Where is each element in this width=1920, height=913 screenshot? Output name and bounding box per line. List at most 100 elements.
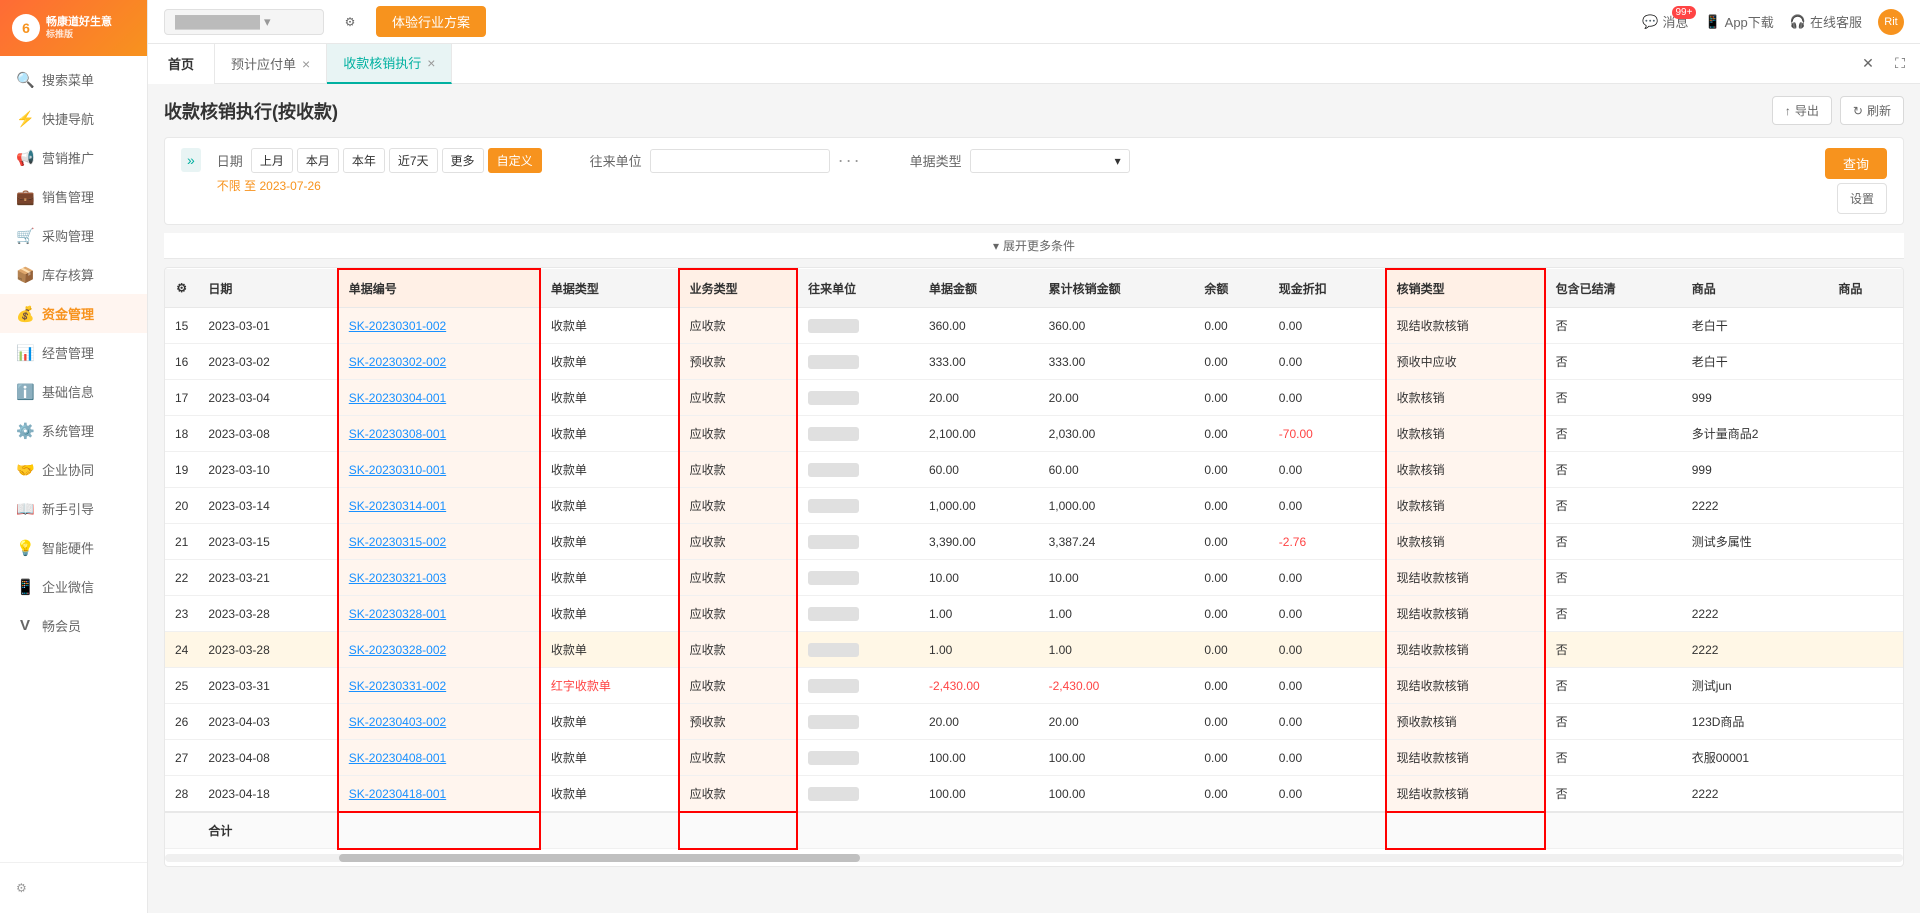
cell-doc-no[interactable]: SK-20230302-002 xyxy=(338,344,540,380)
cell-verified: 100.00 xyxy=(1039,776,1195,813)
sidebar-item-marketing[interactable]: 📢 营销推广 xyxy=(0,138,147,177)
sidebar-item-system[interactable]: ⚙️ 系统管理 xyxy=(0,411,147,450)
table-row[interactable]: 232023-03-28SK-20230328-001收款单应收款██████1… xyxy=(165,596,1903,632)
cell-verified: 60.00 xyxy=(1039,452,1195,488)
tab-collection-close[interactable]: × xyxy=(427,55,435,71)
table-row[interactable]: 172023-03-04SK-20230304-001收款单应收款██████2… xyxy=(165,380,1903,416)
table-row[interactable]: 242023-03-28SK-20230328-002收款单应收款██████1… xyxy=(165,632,1903,668)
sidebar-item-hardware[interactable]: 💡 智能硬件 xyxy=(0,528,147,567)
tab-prepay-close[interactable]: × xyxy=(302,56,310,72)
main-table: ⚙ 日期 单据编号 单据类型 业务类型 往来单位 单据金额 累计核销金额 余额 … xyxy=(165,268,1903,850)
table-row[interactable]: 272023-04-08SK-20230408-001收款单应收款██████1… xyxy=(165,740,1903,776)
cell-biz-type: 应收款 xyxy=(679,560,797,596)
cell-cancel-type: 现结收款核销 xyxy=(1386,632,1545,668)
more-date-btn[interactable]: 更多 xyxy=(442,148,484,173)
last-month-btn[interactable]: 上月 xyxy=(251,148,293,173)
sidebar-item-label: 智能硬件 xyxy=(42,538,94,557)
sidebar-item-label: 快捷导航 xyxy=(42,109,94,128)
query-btn[interactable]: 查询 xyxy=(1825,148,1887,179)
cell-doc-no[interactable]: SK-20230328-002 xyxy=(338,632,540,668)
cell-doc-no[interactable]: SK-20230418-001 xyxy=(338,776,540,813)
cell-doc-no[interactable]: SK-20230315-002 xyxy=(338,524,540,560)
app-download-btn[interactable]: 📱 App下载 xyxy=(1704,12,1773,31)
sidebar-item-wechat[interactable]: 📱 企业微信 xyxy=(0,567,147,606)
cell-partner: ██████ xyxy=(797,668,919,704)
cell-amount: 333.00 xyxy=(919,344,1039,380)
sidebar-item-guide[interactable]: 📖 新手引导 xyxy=(0,489,147,528)
sidebar-item-purchase[interactable]: 🛒 采购管理 xyxy=(0,216,147,255)
th-settings[interactable]: ⚙ xyxy=(165,269,198,308)
message-btn[interactable]: 💬 消息 99+ xyxy=(1642,12,1688,31)
export-btn[interactable]: ↑ 导出 xyxy=(1772,96,1832,125)
table-row[interactable]: 152023-03-01SK-20230301-002收款单应收款██████3… xyxy=(165,308,1903,344)
cell-goods2 xyxy=(1828,452,1903,488)
table-row[interactable]: 282023-04-18SK-20230418-001收款单应收款██████1… xyxy=(165,776,1903,813)
sidebar-item-sales[interactable]: 💼 销售管理 xyxy=(0,177,147,216)
cell-doc-no[interactable]: SK-20230308-001 xyxy=(338,416,540,452)
company-selector[interactable]: ██████████ ▾ xyxy=(164,9,324,35)
tab-collection[interactable]: 收款核销执行 × xyxy=(327,44,452,84)
sidebar-item-finance[interactable]: 💰 资金管理 xyxy=(0,294,147,333)
export-icon: ↑ xyxy=(1785,104,1791,118)
gear-btn[interactable]: ⚙ xyxy=(336,8,364,36)
cell-balance: 0.00 xyxy=(1194,344,1268,380)
cell-partner: ██████ xyxy=(797,596,919,632)
expand-more-btn[interactable]: ▾ 展开更多条件 xyxy=(993,237,1075,254)
sidebar-item-quick[interactable]: ⚡ 快捷导航 xyxy=(0,99,147,138)
table-row[interactable]: 202023-03-14SK-20230314-001收款单应收款██████1… xyxy=(165,488,1903,524)
sidebar-item-member[interactable]: V 畅会员 xyxy=(0,606,147,645)
cell-doc-no[interactable]: SK-20230310-001 xyxy=(338,452,540,488)
table-row[interactable]: 192023-03-10SK-20230310-001收款单应收款██████6… xyxy=(165,452,1903,488)
cell-doc-no[interactable]: SK-20230403-002 xyxy=(338,704,540,740)
cell-doc-no[interactable]: SK-20230314-001 xyxy=(338,488,540,524)
cell-doc-no[interactable]: SK-20230328-001 xyxy=(338,596,540,632)
sidebar-settings-btn[interactable]: ⚙ xyxy=(0,873,147,903)
sum-balance xyxy=(1194,812,1268,849)
cell-goods2 xyxy=(1828,596,1903,632)
sidebar-item-search[interactable]: 🔍 搜索菜单 xyxy=(0,60,147,99)
sidebar-item-inventory[interactable]: 📦 库存核算 xyxy=(0,255,147,294)
partner-input[interactable] xyxy=(650,149,830,173)
table-row[interactable]: 262023-04-03SK-20230403-002收款单预收款██████2… xyxy=(165,704,1903,740)
table-row[interactable]: 252023-03-31SK-20230331-002红字收款单应收款█████… xyxy=(165,668,1903,704)
refresh-btn[interactable]: ↻ 刷新 xyxy=(1840,96,1904,125)
filter-toggle-btn[interactable]: » xyxy=(181,148,201,172)
industry-btn[interactable]: 体验行业方案 xyxy=(376,6,486,37)
cell-doc-type: 收款单 xyxy=(540,416,679,452)
this-year-btn[interactable]: 本年 xyxy=(343,148,385,173)
cell-doc-no[interactable]: SK-20230301-002 xyxy=(338,308,540,344)
tab-prepay[interactable]: 预计应付单 × xyxy=(215,44,327,84)
tab-expand-btn[interactable]: ⛶ xyxy=(1888,52,1912,76)
th-doc-no: 单据编号 xyxy=(338,269,540,308)
table-scroll[interactable]: ⚙ 日期 单据编号 单据类型 业务类型 往来单位 单据金额 累计核销金额 余额 … xyxy=(165,268,1903,866)
cell-rownum: 18 xyxy=(165,416,198,452)
sidebar-item-basic-info[interactable]: ℹ️ 基础信息 xyxy=(0,372,147,411)
horizontal-scrollbar[interactable] xyxy=(165,854,1903,862)
table-row[interactable]: 162023-03-02SK-20230302-002收款单预收款██████3… xyxy=(165,344,1903,380)
cell-verified: 20.00 xyxy=(1039,380,1195,416)
this-month-btn[interactable]: 本月 xyxy=(297,148,339,173)
cell-goods: 2222 xyxy=(1682,776,1829,813)
scrollbar-thumb[interactable] xyxy=(339,854,860,862)
table-row[interactable]: 212023-03-15SK-20230315-002收款单应收款██████3… xyxy=(165,524,1903,560)
table-row[interactable]: 222023-03-21SK-20230321-003收款单应收款██████1… xyxy=(165,560,1903,596)
sidebar-item-label: 销售管理 xyxy=(42,187,94,206)
cell-date: 2023-03-10 xyxy=(198,452,337,488)
sidebar-item-management[interactable]: 📊 经营管理 xyxy=(0,333,147,372)
cell-doc-no[interactable]: SK-20230331-002 xyxy=(338,668,540,704)
search-icon: 🔍 xyxy=(16,71,34,89)
cell-doc-no[interactable]: SK-20230304-001 xyxy=(338,380,540,416)
cell-doc-no[interactable]: SK-20230408-001 xyxy=(338,740,540,776)
custom-date-btn[interactable]: 自定义 xyxy=(488,148,542,173)
cell-doc-no[interactable]: SK-20230321-003 xyxy=(338,560,540,596)
tab-close-all-btn[interactable]: ✕ xyxy=(1856,52,1880,76)
online-service-btn[interactable]: 🎧 在线客服 xyxy=(1790,12,1862,31)
sidebar-item-enterprise[interactable]: 🤝 企业协同 xyxy=(0,450,147,489)
user-avatar[interactable]: Rit xyxy=(1878,9,1904,35)
cell-goods2 xyxy=(1828,308,1903,344)
doc-type-select[interactable]: ▾ xyxy=(970,149,1130,173)
table-row[interactable]: 182023-03-08SK-20230308-001收款单应收款██████2… xyxy=(165,416,1903,452)
last-7-days-btn[interactable]: 近7天 xyxy=(389,148,438,173)
tab-home[interactable]: 首页 xyxy=(148,44,215,84)
filter-setting-btn[interactable]: 设置 xyxy=(1837,183,1887,214)
